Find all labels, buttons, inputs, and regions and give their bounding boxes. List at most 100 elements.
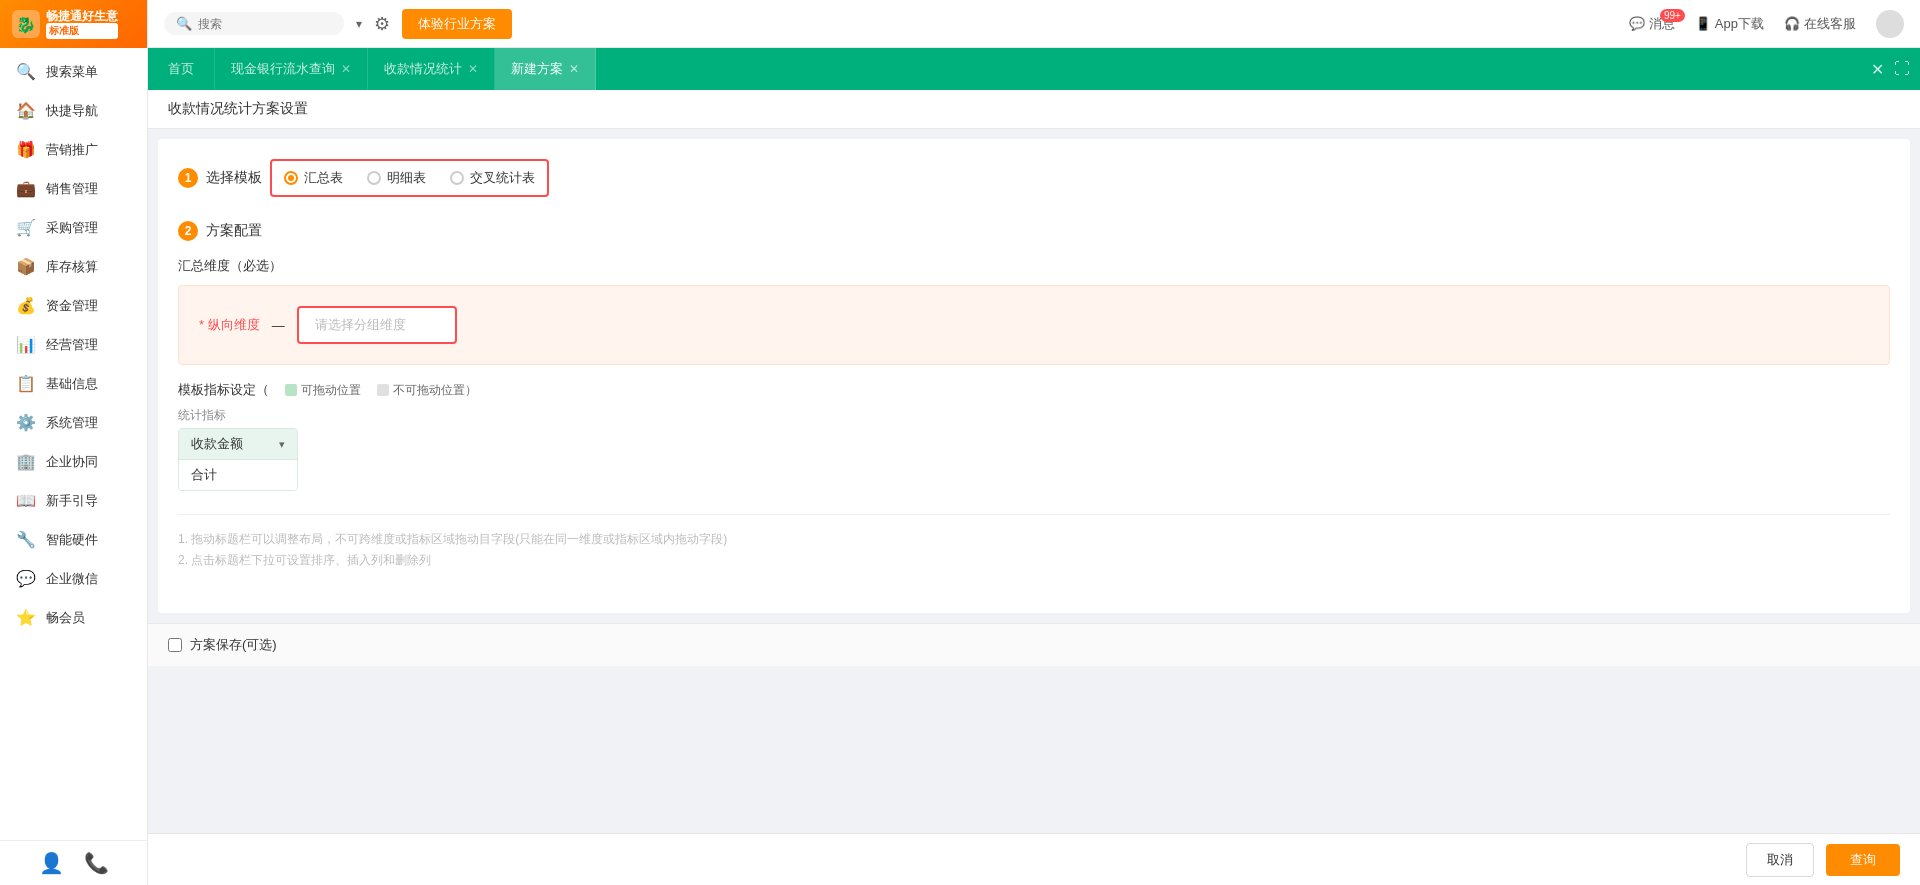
sidebar-item-vip[interactable]: ⭐ 畅会员 — [0, 598, 147, 637]
non-draggable-badge: 不可拖动位置） — [377, 382, 477, 399]
sidebar-item-system[interactable]: ⚙️ 系统管理 — [0, 403, 147, 442]
sidebar-item-quick-nav[interactable]: 🏠 快捷导航 — [0, 91, 147, 130]
metrics-section: 模板指标设定（ 可拖动位置 不可拖动位置） — [178, 381, 1890, 494]
sidebar-logo: 🐉 畅捷通好生意 标准版 — [0, 0, 147, 48]
sidebar-item-marketing[interactable]: 🎁 营销推广 — [0, 130, 147, 169]
sidebar-item-beginner[interactable]: 📖 新手引导 — [0, 481, 147, 520]
message-item[interactable]: 💬 消息 99+ — [1629, 15, 1675, 33]
logo-icon: 🐉 — [12, 10, 40, 38]
dimension-row: * 纵向维度 — 请选择分组维度 — [199, 306, 1869, 344]
sidebar-item-wechat[interactable]: 💬 企业微信 — [0, 559, 147, 598]
save-plan-label: 方案保存(可选) — [190, 636, 277, 654]
app-download-item[interactable]: 📱 App下载 — [1695, 15, 1764, 33]
column-chevron-icon[interactable]: ▾ — [279, 438, 285, 451]
smart-hw-icon: 🔧 — [16, 530, 36, 549]
sidebar-item-purchase[interactable]: 🛒 采购管理 — [0, 208, 147, 247]
avatar[interactable] — [1876, 10, 1904, 38]
search-menu-icon: 🔍 — [16, 62, 36, 81]
page-footer: 方案保存(可选) — [148, 623, 1920, 666]
marketing-icon: 🎁 — [16, 140, 36, 159]
tip1: 1. 拖动标题栏可以调整布局，不可跨维度或指标区域拖动目字段(只能在同一维度或指… — [178, 531, 1890, 548]
step1-num: 1 — [178, 168, 198, 188]
tabbar-right: ✕ ⛶ — [1871, 60, 1920, 79]
save-plan-checkbox[interactable] — [168, 638, 182, 652]
wechat-icon: 💬 — [16, 569, 36, 588]
radio-detail-btn[interactable] — [367, 171, 381, 185]
tab-close-all-icon[interactable]: ✕ — [1871, 60, 1884, 79]
action-bar: 取消 查询 — [148, 833, 1920, 885]
sales-icon: 💼 — [16, 179, 36, 198]
dimension-arrow: — — [272, 318, 285, 333]
step2-section: 2 方案配置 汇总维度（必选） * 纵向维度 — 请选择分组维度 — [178, 221, 1890, 569]
metrics-table-container: 统计指标 收款金额 ▾ 合计 — [178, 407, 1890, 494]
sidebar-item-operations[interactable]: 📊 经营管理 — [0, 325, 147, 364]
dimension-section-title: 汇总维度（必选） — [178, 257, 1890, 275]
form-container: 1 选择模板 汇总表 明细表 交叉统计表 — [158, 139, 1910, 613]
logo-text: 畅捷通好生意 标准版 — [46, 9, 118, 39]
tips-section: 1. 拖动标题栏可以调整布局，不可跨维度或指标区域拖动目字段(只能在同一维度或指… — [178, 514, 1890, 569]
search-dropdown-icon[interactable]: ▾ — [356, 17, 362, 31]
tab-collection-stat[interactable]: 收款情况统计 ✕ — [368, 48, 495, 90]
metrics-label: 模板指标设定（ 可拖动位置 不可拖动位置） — [178, 381, 1890, 399]
step2-num: 2 — [178, 221, 198, 241]
dimension-select[interactable]: 请选择分组维度 — [297, 306, 457, 344]
online-support-item[interactable]: 🎧 在线客服 — [1784, 15, 1856, 33]
enterprise-icon: 🏢 — [16, 452, 36, 471]
step2-title: 方案配置 — [206, 222, 262, 240]
sidebar-item-inventory[interactable]: 📦 库存核算 — [0, 247, 147, 286]
tab-home[interactable]: 首页 — [148, 48, 215, 90]
tab-new-plan-close[interactable]: ✕ — [569, 62, 579, 76]
template-options: 汇总表 明细表 交叉统计表 — [270, 159, 549, 197]
tab-bank-flow-close[interactable]: ✕ — [341, 62, 351, 76]
tab-fullscreen-icon[interactable]: ⛶ — [1894, 60, 1910, 78]
search-input[interactable] — [198, 17, 318, 31]
radio-detail[interactable]: 明细表 — [367, 169, 426, 187]
tip2: 2. 点击标题栏下拉可设置排序、插入列和删除列 — [178, 552, 1890, 569]
stats-label: 统计指标 — [178, 407, 298, 424]
sidebar: 🐉 畅捷通好生意 标准版 🔍 搜索菜单 🏠 快捷导航 🎁 营销推广 💼 销售管理… — [0, 0, 148, 885]
support-icon: 🎧 — [1784, 16, 1800, 31]
draggable-badge: 可拖动位置 — [285, 382, 361, 399]
phone-icon[interactable]: 📞 — [84, 851, 109, 875]
finance-icon: 💰 — [16, 296, 36, 315]
step1-title: 选择模板 — [206, 169, 262, 187]
non-draggable-color-dot — [377, 384, 389, 396]
radio-cross-btn[interactable] — [450, 171, 464, 185]
sidebar-item-search-menu[interactable]: 🔍 搜索菜单 — [0, 52, 147, 91]
operations-icon: 📊 — [16, 335, 36, 354]
sidebar-item-finance[interactable]: 💰 资金管理 — [0, 286, 147, 325]
dimension-area: * 纵向维度 — 请选择分组维度 — [178, 285, 1890, 365]
settings-icon[interactable]: ⚙ — [374, 13, 390, 35]
page-header: 收款情况统计方案设置 — [148, 90, 1920, 129]
cancel-button[interactable]: 取消 — [1746, 843, 1814, 877]
query-button[interactable]: 查询 — [1826, 844, 1900, 876]
home-icon: 🏠 — [16, 101, 36, 120]
user-profile-icon[interactable]: 👤 — [39, 851, 64, 875]
radio-summary-btn[interactable] — [284, 171, 298, 185]
tab-new-plan[interactable]: 新建方案 ✕ — [495, 48, 596, 90]
step1-section: 1 选择模板 汇总表 明细表 交叉统计表 — [178, 159, 1890, 197]
industry-btn[interactable]: 体验行业方案 — [402, 9, 512, 39]
tab-bank-flow[interactable]: 现金银行流水查询 ✕ — [215, 48, 368, 90]
app-download-icon: 📱 — [1695, 16, 1711, 31]
sidebar-item-basic-info[interactable]: 📋 基础信息 — [0, 364, 147, 403]
tab-collection-stat-close[interactable]: ✕ — [468, 62, 478, 76]
row-label: 合计 — [191, 467, 217, 482]
step2-header: 2 方案配置 — [178, 221, 1890, 241]
main-area: 🔍 ▾ ⚙ 体验行业方案 💬 消息 99+ 📱 App下载 🎧 在线客服 — [148, 0, 1920, 885]
beginner-icon: 📖 — [16, 491, 36, 510]
basic-info-icon: 📋 — [16, 374, 36, 393]
metrics-table: 收款金额 ▾ 合计 — [178, 428, 298, 491]
sidebar-item-sales[interactable]: 💼 销售管理 — [0, 169, 147, 208]
page-title: 收款情况统计方案设置 — [168, 100, 308, 116]
config-section: 汇总维度（必选） * 纵向维度 — 请选择分组维度 模 — [178, 257, 1890, 569]
radio-summary[interactable]: 汇总表 — [284, 169, 343, 187]
topbar-right: 💬 消息 99+ 📱 App下载 🎧 在线客服 — [1629, 10, 1904, 38]
column-header-label: 收款金额 — [191, 435, 243, 453]
tabbar: 首页 现金银行流水查询 ✕ 收款情况统计 ✕ 新建方案 ✕ ✕ ⛶ — [148, 48, 1920, 90]
message-icon: 💬 — [1629, 16, 1645, 31]
radio-cross[interactable]: 交叉统计表 — [450, 169, 535, 187]
sidebar-item-enterprise[interactable]: 🏢 企业协同 — [0, 442, 147, 481]
search-box[interactable]: 🔍 — [164, 12, 344, 35]
sidebar-item-smart-hw[interactable]: 🔧 智能硬件 — [0, 520, 147, 559]
